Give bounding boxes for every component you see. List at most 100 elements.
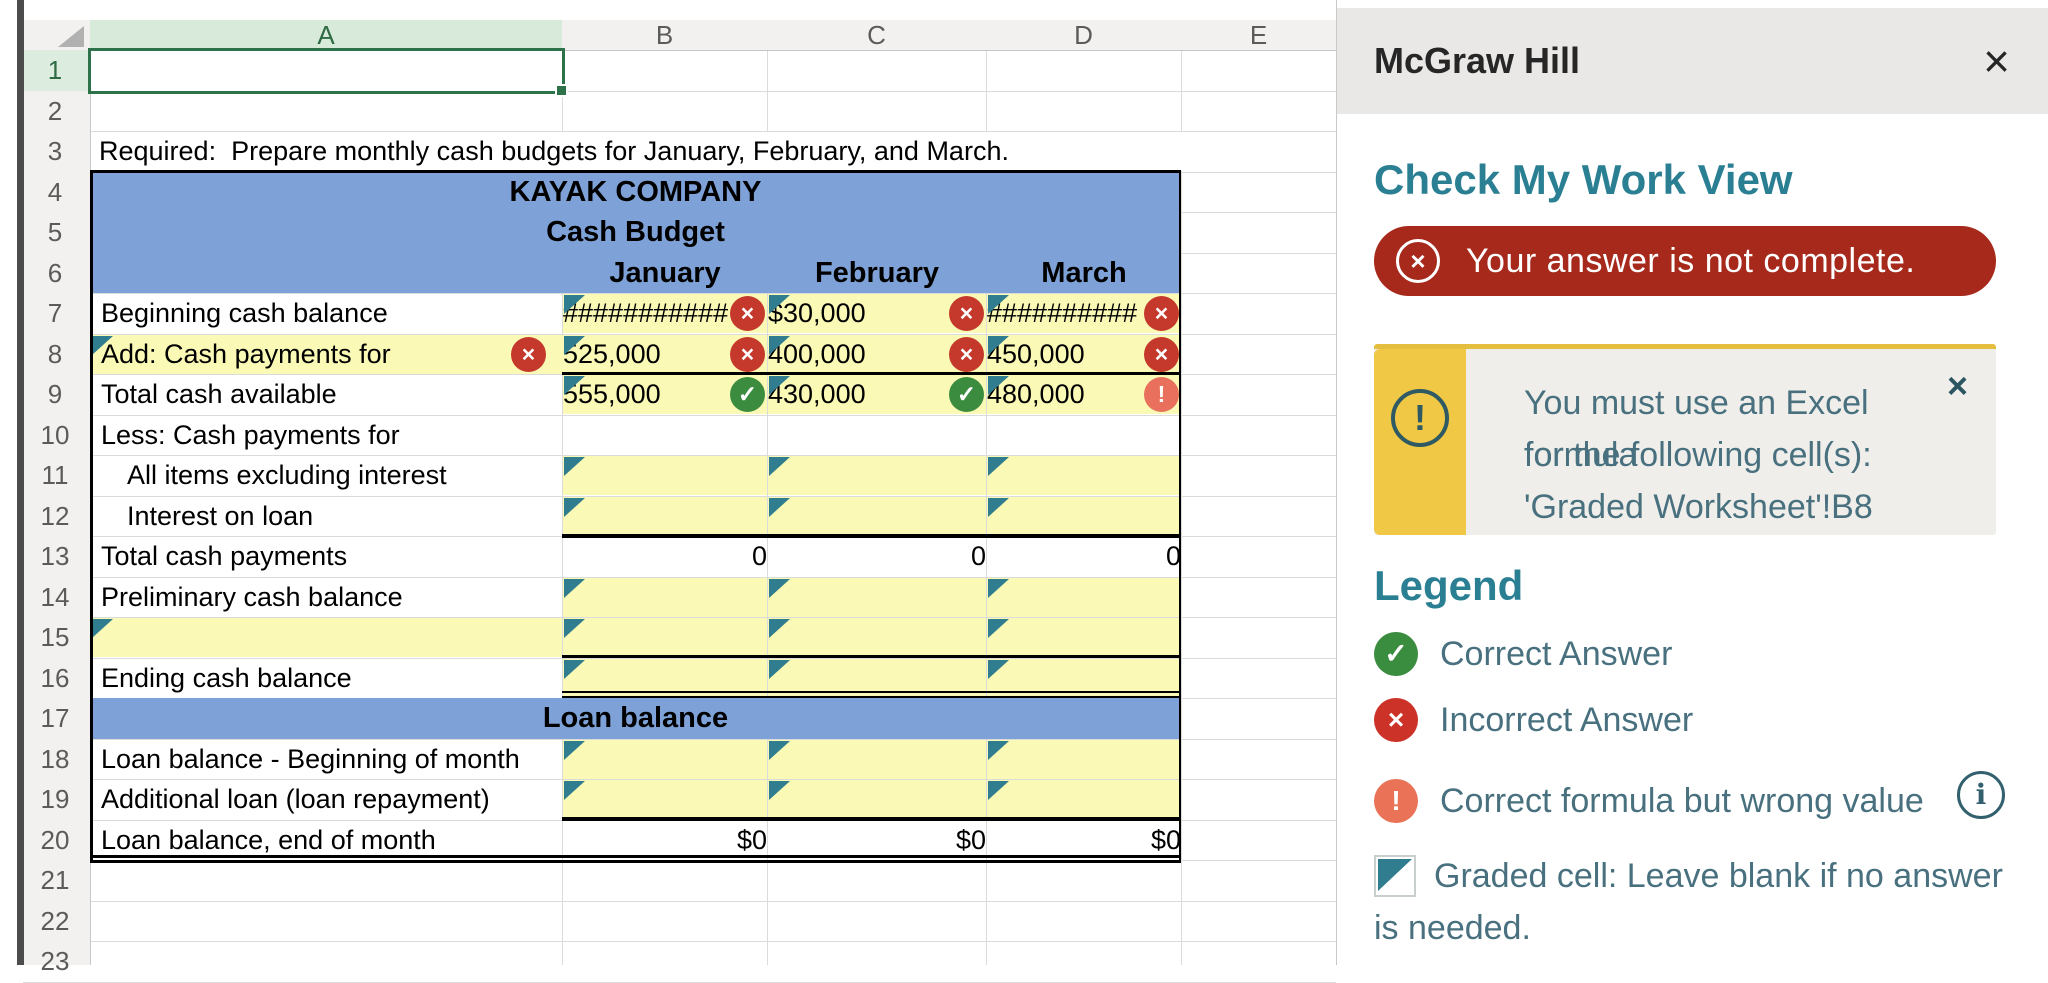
cell-D11[interactable] — [987, 456, 1181, 495]
col-header-A[interactable]: A — [90, 20, 562, 50]
row-header-23[interactable]: 23 — [23, 941, 87, 982]
cell-D7[interactable]: ########## × — [987, 294, 1181, 333]
row-header-17[interactable]: 17 — [23, 698, 87, 739]
row-header-1[interactable]: 1 — [23, 50, 87, 91]
row-header-15[interactable]: 15 — [23, 617, 87, 658]
cell-C14[interactable] — [768, 577, 986, 617]
cell-D15[interactable] — [987, 618, 1181, 657]
cell-C6[interactable]: February — [768, 254, 986, 293]
cell-A3[interactable]: Required: Prepare monthly cash budgets f… — [91, 132, 1189, 171]
cell-B19[interactable] — [563, 780, 767, 819]
cell-D6[interactable]: March — [987, 254, 1181, 293]
row-header-2[interactable]: 2 — [23, 91, 87, 132]
row-header-3[interactable]: 3 — [23, 131, 87, 172]
cell-text: 0 — [970, 541, 986, 571]
cell-text: February — [814, 256, 940, 289]
close-icon[interactable]: × — [1983, 8, 2010, 114]
cell-B15[interactable] — [563, 618, 767, 657]
row-header-10[interactable]: 10 — [23, 415, 87, 456]
row-header-8[interactable]: 8 — [23, 334, 87, 375]
cell-A17[interactable]: Loan balance — [91, 699, 1180, 738]
border-under-row15 — [562, 655, 1181, 658]
row-header-20[interactable]: 20 — [23, 820, 87, 861]
cell-D19[interactable] — [987, 780, 1181, 819]
cell-A10[interactable]: Less: Cash payments for — [91, 416, 572, 455]
row-header-21[interactable]: 21 — [23, 860, 87, 901]
info-icon[interactable]: i — [1957, 771, 2005, 819]
cell-A4[interactable]: KAYAK COMPANY — [91, 173, 1180, 212]
row-header-13[interactable]: 13 — [23, 536, 87, 577]
cell-A16[interactable]: Ending cash balance — [91, 659, 572, 698]
warning-accent-bar: ! — [1374, 349, 1466, 535]
cell-A9[interactable]: Total cash available — [91, 375, 572, 414]
row-header-22[interactable]: 22 — [23, 901, 87, 942]
cell-B9[interactable]: 555,000 ✓ — [563, 375, 767, 414]
cell-A7[interactable]: Beginning cash balance — [91, 294, 572, 333]
row-header-5[interactable]: 5 — [23, 212, 87, 253]
cell-D14[interactable] — [987, 577, 1181, 617]
cell-A8[interactable]: Add: Cash payments for × — [91, 334, 572, 374]
cell-C8[interactable]: 400,000 × — [768, 334, 986, 374]
cell-A14[interactable]: Preliminary cash balance — [91, 578, 572, 617]
cell-text: 0 — [751, 541, 767, 571]
cell-B12[interactable] — [563, 496, 767, 536]
cell-D8[interactable]: 450,000 × — [987, 334, 1181, 374]
cell-B14[interactable] — [563, 577, 767, 617]
col-header-B[interactable]: B — [562, 20, 767, 50]
cell-C7[interactable]: $30,000 × — [768, 294, 986, 333]
graded-cell-marker-icon — [769, 781, 790, 800]
fill-handle[interactable] — [555, 84, 568, 97]
status-incorrect-icon: × — [1144, 336, 1179, 372]
row-header-4[interactable]: 4 — [23, 172, 87, 213]
cell-C15[interactable] — [768, 618, 986, 657]
cell-D12[interactable] — [987, 496, 1181, 536]
graded-cell-marker-icon — [988, 376, 1009, 395]
graded-cell-marker-icon — [92, 335, 113, 355]
cell-C9[interactable]: 430,000 ✓ — [768, 375, 986, 414]
row-header-19[interactable]: 19 — [23, 779, 87, 820]
cell-A12[interactable]: Interest on loan — [91, 497, 598, 536]
cell-A5[interactable]: Cash Budget — [91, 213, 1180, 252]
cell-A15[interactable] — [91, 618, 562, 657]
row-header-18[interactable]: 18 — [23, 739, 87, 780]
cell-B6[interactable]: January — [563, 254, 767, 293]
border-under-row19 — [562, 816, 1181, 821]
cell-B11[interactable] — [563, 456, 767, 495]
warning-close-icon[interactable]: × — [1947, 365, 1968, 407]
row-header-9[interactable]: 9 — [23, 374, 87, 415]
cell-A20[interactable]: Loan balance, end of month — [91, 821, 572, 860]
cell-C18[interactable] — [768, 739, 986, 779]
col-header-C[interactable]: C — [767, 20, 986, 50]
cell-text: All items excluding interest — [127, 460, 447, 490]
cell-A19[interactable]: Additional loan (loan repayment) — [91, 780, 572, 819]
cell-B18[interactable] — [563, 739, 767, 779]
graded-cell-marker-icon — [564, 619, 585, 638]
cell-A11[interactable]: All items excluding interest — [91, 456, 598, 495]
cell-B8[interactable]: 525,000 × — [563, 334, 767, 374]
cell-D9[interactable]: 480,000! — [987, 375, 1181, 414]
graded-cell-marker-icon — [92, 619, 113, 638]
legend-item-warning: ! Correct formula but wrong value i — [1374, 771, 2014, 827]
cell-A18[interactable]: Loan balance - Beginning of month — [91, 740, 572, 779]
cell-C19[interactable] — [768, 780, 986, 819]
correct-answer-icon: ✓ — [1374, 632, 1418, 676]
col-header-D[interactable]: D — [986, 20, 1181, 50]
col-header-E[interactable]: E — [1181, 20, 1336, 50]
check-my-work-panel: McGraw Hill × Check My Work View × Your … — [1337, 0, 2048, 965]
cell-C12[interactable] — [768, 496, 986, 536]
cell-D18[interactable] — [987, 739, 1181, 779]
row-header-7[interactable]: 7 — [23, 293, 87, 334]
cell-text: Interest on loan — [127, 500, 314, 531]
cell-C11[interactable] — [768, 456, 986, 495]
cell-D20[interactable]: $0 — [987, 821, 1237, 860]
row-header-6[interactable]: 6 — [23, 253, 87, 294]
graded-cell-marker-icon — [769, 376, 790, 395]
graded-cell-marker-icon — [988, 740, 1009, 760]
row-header-14[interactable]: 14 — [23, 577, 87, 618]
cell-D13[interactable]: 0 — [987, 537, 1237, 576]
cell-B7[interactable]: ########### × — [563, 294, 767, 333]
row-header-12[interactable]: 12 — [23, 496, 87, 537]
cell-A13[interactable]: Total cash payments — [91, 537, 572, 576]
row-header-11[interactable]: 11 — [23, 455, 87, 496]
row-header-16[interactable]: 16 — [23, 658, 87, 699]
